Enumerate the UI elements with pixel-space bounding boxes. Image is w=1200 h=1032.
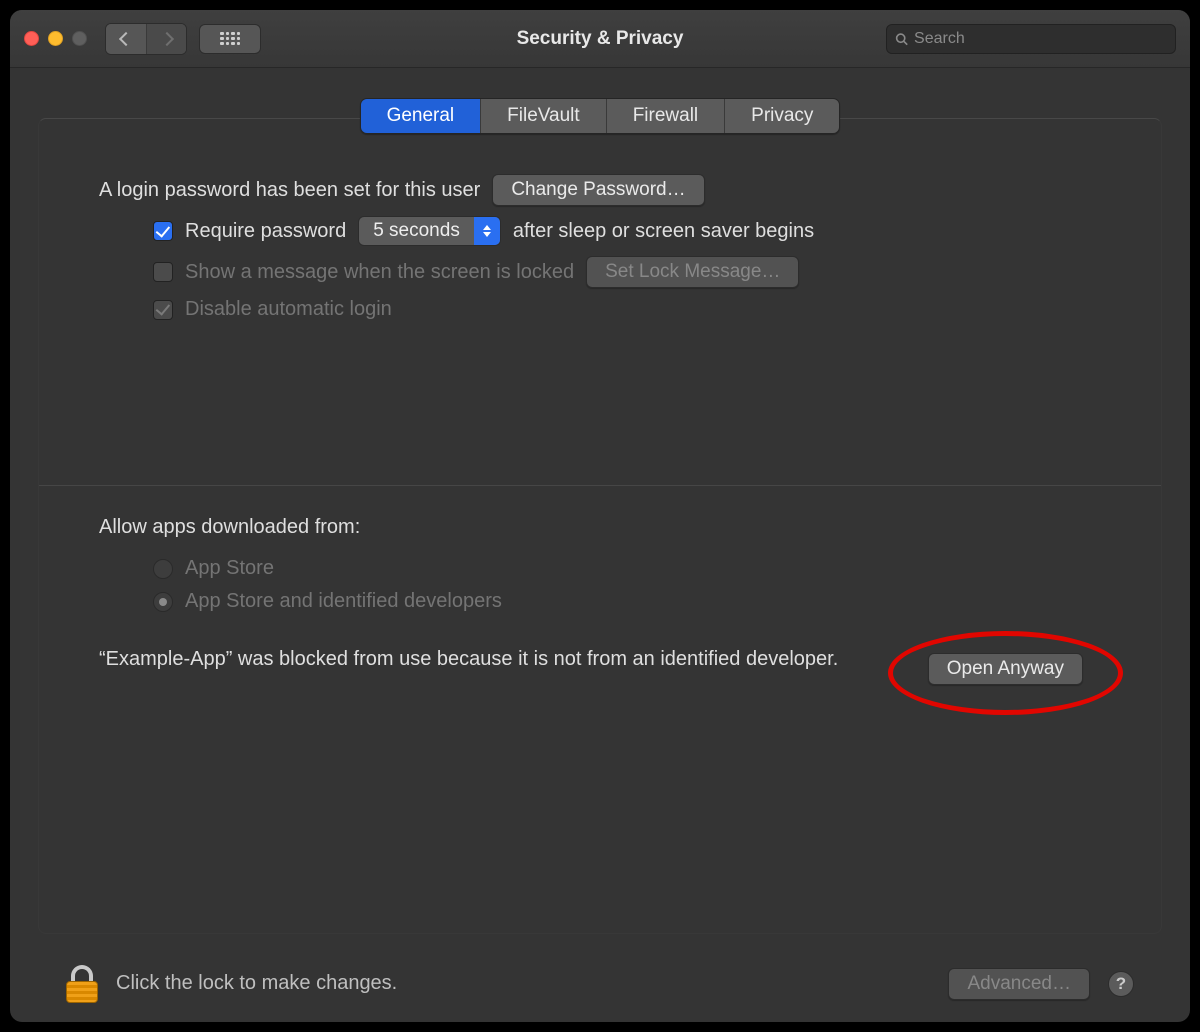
disable-auto-login-checkbox <box>153 300 173 320</box>
change-password-button[interactable]: Change Password… <box>492 174 704 206</box>
allow-appstore-row: App Store <box>99 557 1101 580</box>
lock-icon[interactable] <box>66 965 98 1003</box>
search-icon <box>895 32 908 46</box>
zoom-window-button <box>72 31 87 46</box>
show-lock-message-checkbox <box>153 262 173 282</box>
set-lock-message-button: Set Lock Message… <box>586 256 799 288</box>
advanced-button[interactable]: Advanced… <box>948 968 1090 1000</box>
tab-general[interactable]: General <box>361 99 481 133</box>
back-button[interactable] <box>106 24 146 54</box>
traffic-lights <box>24 31 87 46</box>
tab-bar: General FileVault Firewall Privacy <box>38 98 1162 134</box>
chevron-right-icon <box>159 31 173 45</box>
close-window-button[interactable] <box>24 31 39 46</box>
divider <box>39 485 1161 486</box>
blocked-app-text: “Example-App” was blocked from use becau… <box>99 645 880 673</box>
require-delay-select[interactable]: 5 seconds <box>358 216 501 246</box>
search-input[interactable] <box>914 30 1167 48</box>
login-password-text: A login password has been set for this u… <box>99 179 480 202</box>
login-password-row: A login password has been set for this u… <box>99 174 1101 206</box>
stepper-arrows-icon <box>474 217 500 245</box>
disable-auto-login-row: Disable automatic login <box>99 298 1101 321</box>
general-panel: A login password has been set for this u… <box>38 118 1162 934</box>
allow-identified-row: App Store and identified developers <box>99 590 1101 613</box>
chevron-left-icon <box>119 31 133 45</box>
disable-auto-login-label: Disable automatic login <box>185 298 392 321</box>
allow-apps-title: Allow apps downloaded from: <box>99 516 1101 539</box>
grid-icon <box>220 32 240 46</box>
allow-appstore-radio <box>153 559 173 579</box>
search-field[interactable] <box>886 24 1176 54</box>
window-body: General FileVault Firewall Privacy A log… <box>10 68 1190 1022</box>
require-password-suffix: after sleep or screen saver begins <box>513 220 814 243</box>
show-all-button[interactable] <box>199 24 261 54</box>
require-password-row: Require password 5 seconds after sleep o… <box>99 216 1101 246</box>
lock-hint-text: Click the lock to make changes. <box>116 972 930 995</box>
show-lock-message-label: Show a message when the screen is locked <box>185 261 574 284</box>
open-anyway-button[interactable]: Open Anyway <box>928 653 1083 685</box>
require-delay-value: 5 seconds <box>359 220 474 242</box>
show-lock-message-row: Show a message when the screen is locked… <box>99 256 1101 288</box>
tab-privacy[interactable]: Privacy <box>724 99 839 133</box>
allow-appstore-label: App Store <box>185 557 274 580</box>
preferences-window: Security & Privacy General FileVault Fir… <box>10 10 1190 1022</box>
tab-filevault[interactable]: FileVault <box>480 99 606 133</box>
require-password-label: Require password <box>185 220 346 243</box>
forward-button <box>146 24 186 54</box>
help-button[interactable]: ? <box>1108 971 1134 997</box>
allow-identified-radio <box>153 592 173 612</box>
minimize-window-button[interactable] <box>48 31 63 46</box>
nav-buttons <box>105 23 187 55</box>
require-password-checkbox[interactable] <box>153 221 173 241</box>
tab-firewall[interactable]: Firewall <box>606 99 724 133</box>
titlebar: Security & Privacy <box>10 10 1190 68</box>
footer: Click the lock to make changes. Advanced… <box>38 944 1162 1022</box>
allow-identified-label: App Store and identified developers <box>185 590 502 613</box>
blocked-app-row: “Example-App” was blocked from use becau… <box>99 645 1101 693</box>
